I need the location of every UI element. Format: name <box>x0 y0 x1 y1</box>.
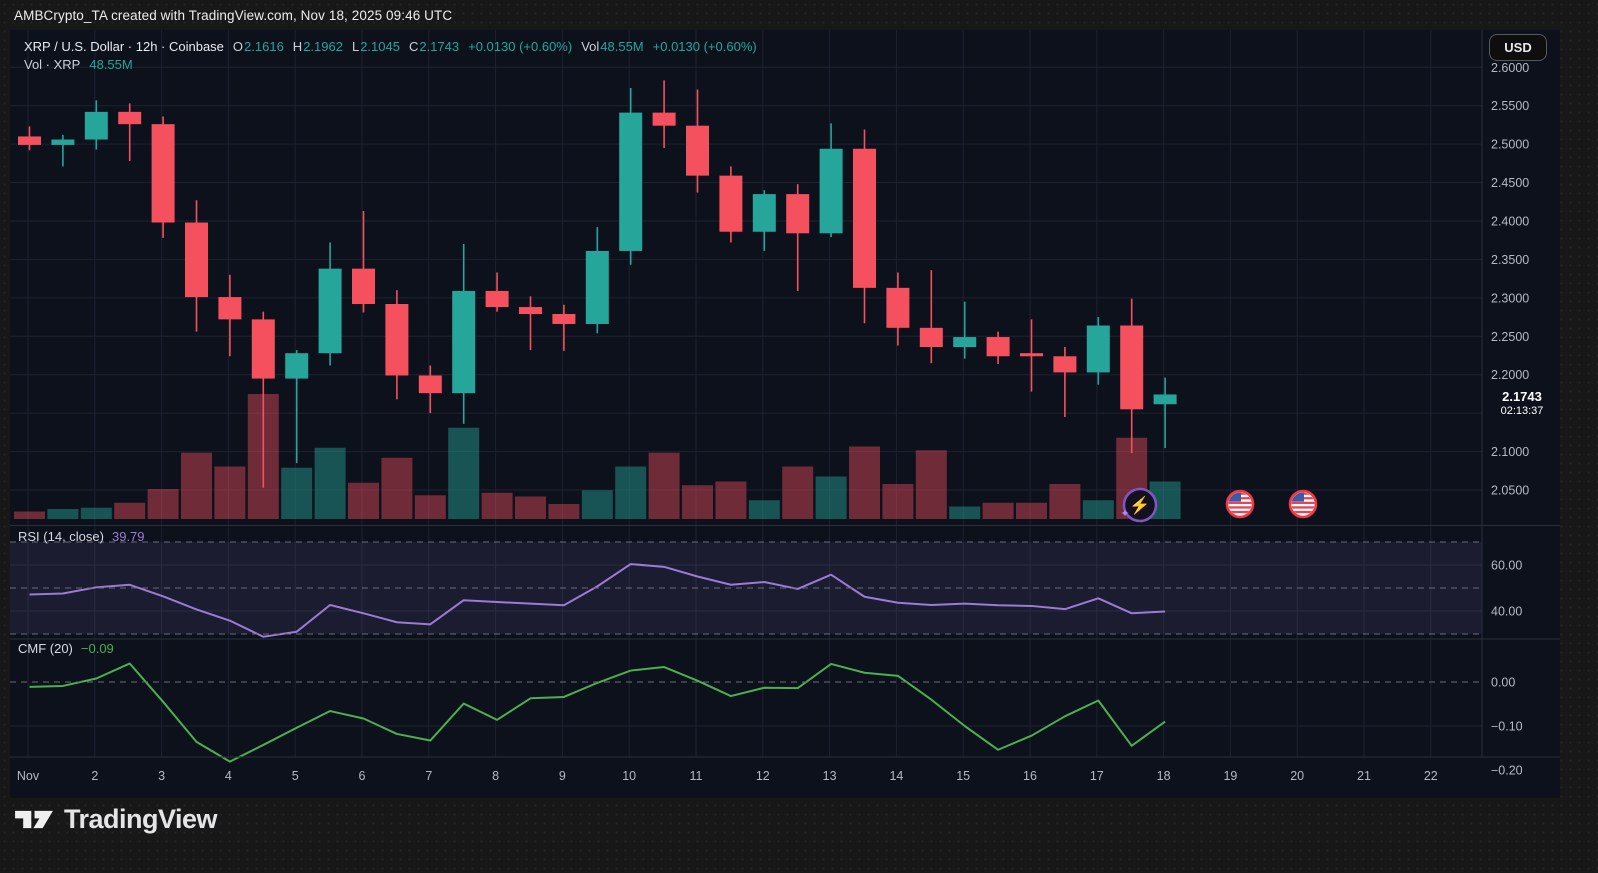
svg-text:Nov: Nov <box>17 769 40 783</box>
cmf-legend-value: −0.09 <box>81 641 114 656</box>
tradingview-logo-icon <box>14 806 54 833</box>
svg-text:0.00: 0.00 <box>1491 676 1515 690</box>
cmf-legend: CMF (20) −0.09 <box>18 641 114 656</box>
svg-text:2.2000: 2.2000 <box>1491 368 1529 382</box>
chart-canvas[interactable]: 2.6000 2.5500 2.5000 2.4500 2.4000 2.3500 2.30… <box>0 0 1598 873</box>
svg-text:✦: ✦ <box>1120 508 1129 520</box>
svg-text:5: 5 <box>292 769 299 783</box>
svg-text:8: 8 <box>492 769 499 783</box>
svg-text:7: 7 <box>425 769 432 783</box>
page-title: AMBCrypto_TA created with TradingView.co… <box>14 8 452 23</box>
svg-text:19: 19 <box>1223 769 1237 783</box>
svg-text:2: 2 <box>91 769 98 783</box>
svg-text:2.4500: 2.4500 <box>1491 176 1529 190</box>
candle-countdown: 02:13:37 <box>1501 405 1544 419</box>
chart-panel-background <box>10 30 1560 798</box>
svg-text:3: 3 <box>158 769 165 783</box>
last-price: 2.1743 <box>1502 389 1542 405</box>
cmf-legend-title: CMF (20) <box>18 641 73 656</box>
svg-text:2.0500: 2.0500 <box>1491 484 1529 498</box>
svg-text:14: 14 <box>889 769 903 783</box>
svg-text:2.3000: 2.3000 <box>1491 291 1529 305</box>
tradingview-logo[interactable]: TradingView <box>14 804 217 835</box>
currency-toggle-button[interactable]: USD <box>1489 34 1547 61</box>
last-price-badge[interactable]: 2.1743 02:13:37 <box>1483 387 1561 421</box>
svg-text:18: 18 <box>1157 769 1171 783</box>
svg-text:9: 9 <box>559 769 566 783</box>
symbol-legend: XRP / U.S. Dollar · 12h · Coinbase O2.16… <box>24 39 757 54</box>
svg-text:2.2500: 2.2500 <box>1491 330 1529 344</box>
rsi-legend-title: RSI (14, close) <box>18 529 104 544</box>
svg-text:−0.20: −0.20 <box>1491 764 1523 778</box>
svg-text:⚡: ⚡ <box>1129 495 1150 516</box>
volume-legend: Vol · XRP 48.55M <box>24 57 133 72</box>
volume-readout: Vol48.55M <box>581 39 643 54</box>
rsi-legend-value: 39.79 <box>112 529 145 544</box>
svg-text:2.3500: 2.3500 <box>1491 253 1529 267</box>
svg-text:17: 17 <box>1090 769 1104 783</box>
svg-text:13: 13 <box>823 769 837 783</box>
svg-text:21: 21 <box>1357 769 1371 783</box>
us-economic-event-icon[interactable] <box>1227 491 1253 517</box>
svg-text:2.5500: 2.5500 <box>1491 99 1529 113</box>
us-economic-event-icon[interactable] <box>1290 491 1316 517</box>
svg-text:2.6000: 2.6000 <box>1491 61 1529 75</box>
ohlc-close: C2.1743 <box>409 39 459 54</box>
svg-text:6: 6 <box>359 769 366 783</box>
svg-text:40.00: 40.00 <box>1491 605 1522 619</box>
svg-text:20: 20 <box>1290 769 1304 783</box>
tradingview-snapshot: { "header": { "title": "AMBCrypto_TA cre… <box>0 0 1598 873</box>
rsi-legend: RSI (14, close) 39.79 <box>18 529 145 544</box>
svg-text:12: 12 <box>756 769 770 783</box>
svg-text:−0.10: −0.10 <box>1491 720 1523 734</box>
svg-text:22: 22 <box>1424 769 1438 783</box>
svg-text:16: 16 <box>1023 769 1037 783</box>
volume-legend-value: 48.55M <box>89 57 132 72</box>
ohlc-low: L2.1045 <box>352 39 400 54</box>
svg-text:60.00: 60.00 <box>1491 559 1522 573</box>
svg-text:11: 11 <box>690 769 703 783</box>
svg-text:2.5000: 2.5000 <box>1491 138 1529 152</box>
volume-change: +0.0130 (+0.60%) <box>653 39 757 54</box>
svg-text:10: 10 <box>622 769 636 783</box>
symbol-title[interactable]: XRP / U.S. Dollar · 12h · Coinbase <box>24 39 224 54</box>
svg-text:4: 4 <box>225 769 232 783</box>
ohlc-open: O2.1616 <box>233 39 284 54</box>
svg-text:2.4000: 2.4000 <box>1491 214 1529 228</box>
svg-text:15: 15 <box>956 769 970 783</box>
svg-text:2.1000: 2.1000 <box>1491 445 1529 459</box>
volume-legend-label: Vol · XRP <box>24 57 80 72</box>
price-change: +0.0130 (+0.60%) <box>468 39 572 54</box>
ohlc-high: H2.1962 <box>293 39 343 54</box>
tradingview-logo-text: TradingView <box>64 804 217 835</box>
